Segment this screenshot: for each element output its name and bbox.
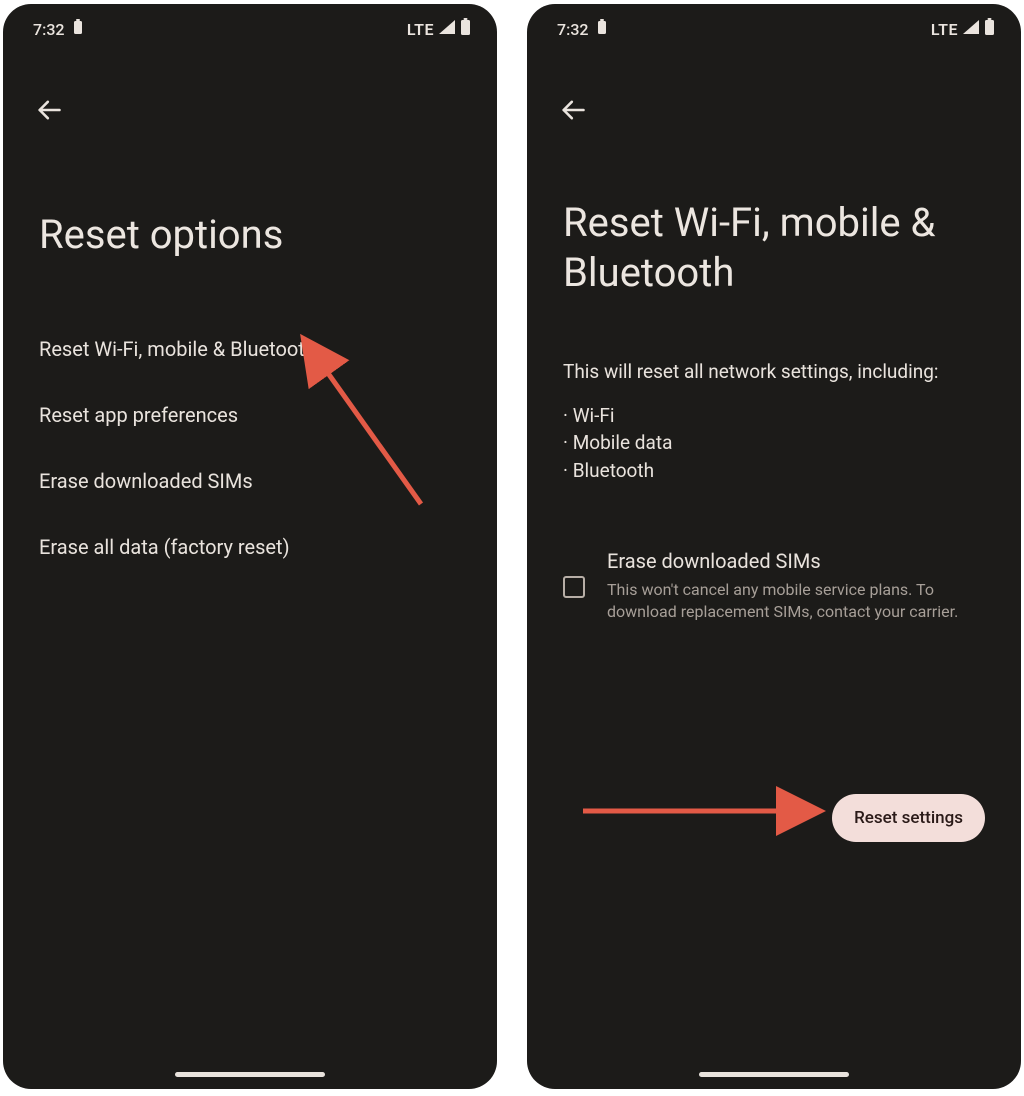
signal-icon	[438, 19, 456, 39]
bullet-list: · Wi-Fi · Mobile data · Bluetooth	[527, 392, 1021, 485]
network-type: LTE	[931, 20, 958, 39]
checkbox-subtext: This won't cancel any mobile service pla…	[607, 579, 985, 622]
option-reset-app-preferences[interactable]: Reset app preferences	[3, 382, 497, 448]
status-time: 7:32	[33, 20, 65, 39]
page-title: Reset Wi-Fi, mobile & Bluetooth	[527, 132, 1021, 318]
network-type: LTE	[407, 20, 434, 39]
status-bar: 7:32 LTE	[527, 4, 1021, 40]
battery-icon	[984, 18, 995, 40]
status-bar: 7:32 LTE	[3, 4, 497, 40]
reset-settings-button[interactable]: Reset settings	[832, 794, 985, 842]
erase-sims-checkbox-row[interactable]: Erase downloaded SIMs This won't cancel …	[527, 484, 1021, 622]
battery-small-icon	[597, 19, 607, 39]
option-erase-downloaded-sims[interactable]: Erase downloaded SIMs	[3, 448, 497, 514]
reset-options-list: Reset Wi-Fi, mobile & Bluetooth Reset ap…	[3, 280, 497, 580]
nav-bar-handle[interactable]	[175, 1072, 325, 1077]
option-erase-all-data[interactable]: Erase all data (factory reset)	[3, 514, 497, 580]
bullet-item: · Wi-Fi	[563, 402, 985, 430]
back-button[interactable]	[27, 88, 71, 132]
battery-icon	[460, 18, 471, 40]
nav-bar-handle[interactable]	[699, 1072, 849, 1077]
signal-icon	[962, 19, 980, 39]
description-text: This will reset all network settings, in…	[527, 318, 1021, 392]
phone-screen-reset-network: 7:32 LTE Reset Wi-Fi, mobile & Bluetooth…	[527, 4, 1021, 1089]
page-title: Reset options	[3, 132, 497, 280]
phone-screen-reset-options: 7:32 LTE Reset options Reset Wi-Fi, mobi…	[3, 4, 497, 1089]
option-reset-wifi-mobile-bt[interactable]: Reset Wi-Fi, mobile & Bluetooth	[3, 316, 497, 382]
battery-small-icon	[73, 19, 83, 39]
status-time: 7:32	[557, 20, 589, 39]
bullet-item: · Bluetooth	[563, 457, 985, 485]
checkbox-icon[interactable]	[563, 576, 585, 598]
checkbox-label: Erase downloaded SIMs	[607, 548, 985, 575]
bullet-item: · Mobile data	[563, 429, 985, 457]
annotation-arrow-icon	[579, 796, 839, 830]
back-button[interactable]	[551, 88, 595, 132]
